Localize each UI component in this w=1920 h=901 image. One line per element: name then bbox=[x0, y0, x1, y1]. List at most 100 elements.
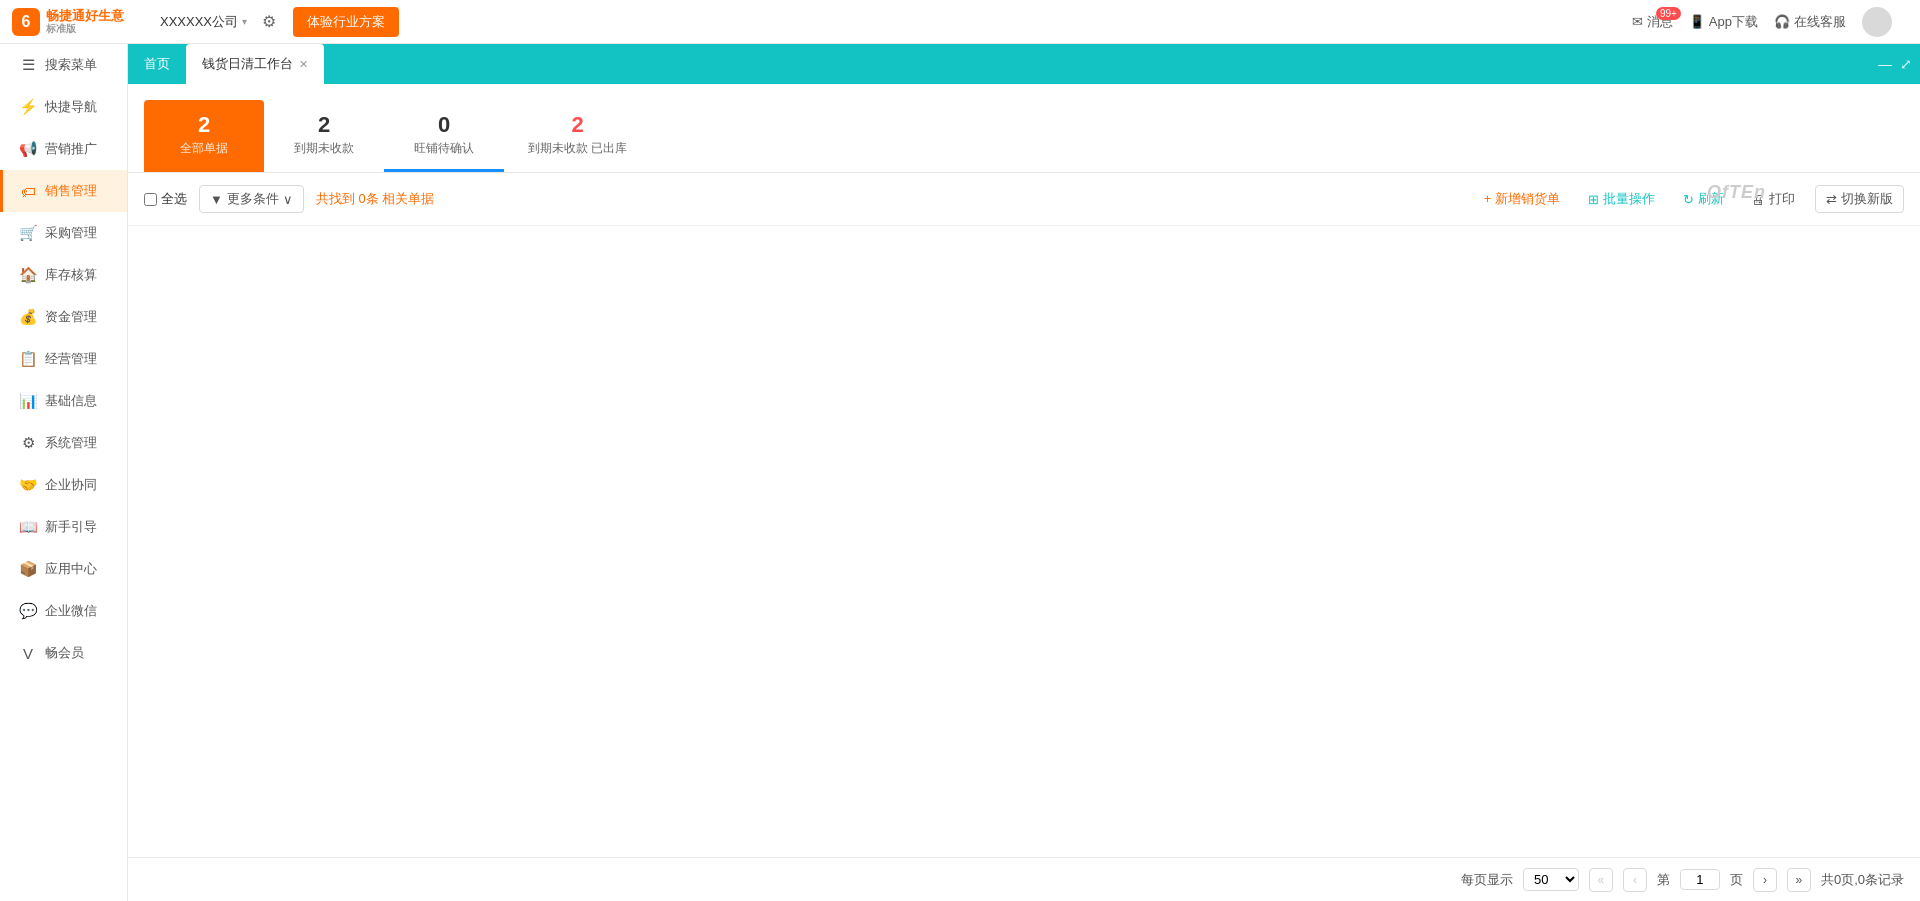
sidebar-item-wechat[interactable]: 💬 企业微信 bbox=[0, 590, 127, 632]
search-menu-icon: ☰ bbox=[19, 56, 37, 74]
sidebar-item-marketing[interactable]: 📢 营销推广 bbox=[0, 128, 127, 170]
messages-badge: 99+ bbox=[1656, 7, 1681, 20]
tab-home[interactable]: 首页 bbox=[128, 44, 186, 84]
tabs-window-controls: — ⤢ bbox=[1878, 56, 1920, 72]
system-icon: ⚙ bbox=[19, 434, 37, 452]
settings-icon[interactable]: ⚙ bbox=[255, 8, 283, 36]
switch-version-button[interactable]: ⇄ 切换新版 bbox=[1815, 185, 1904, 213]
stat-num-overdue-out: 2 bbox=[528, 112, 627, 138]
found-text: 共找到 0条 相关单据 bbox=[316, 190, 434, 208]
member-icon: V bbox=[19, 645, 37, 662]
finance-icon: 💰 bbox=[19, 308, 37, 326]
purchase-icon: 🛒 bbox=[19, 224, 37, 242]
toolbar: 全选 ▼ 更多条件 ∨ 共找到 0条 相关单据 + 新增销货单 ⊞ 批量操作 ↻… bbox=[128, 173, 1920, 226]
switch-icon: ⇄ bbox=[1826, 192, 1837, 207]
company-name: XXXXXX公司 bbox=[160, 13, 238, 31]
sidebar-item-basic-info[interactable]: 📊 基础信息 bbox=[0, 380, 127, 422]
tabs-nav: 首页 钱货日清工作台 ✕ — ⤢ bbox=[128, 44, 1920, 84]
stat-label-all: 全部单据 bbox=[168, 140, 240, 157]
logo-main: 畅捷通好生意 bbox=[46, 8, 124, 24]
batch-operation-button[interactable]: ⊞ 批量操作 bbox=[1580, 186, 1663, 212]
refresh-icon: ↻ bbox=[1683, 192, 1694, 207]
message-icon: ✉ bbox=[1632, 14, 1643, 29]
page-size-label: 每页显示 bbox=[1461, 871, 1513, 889]
next-page-button[interactable]: › bbox=[1753, 868, 1777, 892]
filter-button[interactable]: ▼ 更多条件 ∨ bbox=[199, 185, 304, 213]
messages-button[interactable]: ✉ 消息 99+ bbox=[1632, 13, 1673, 31]
table-area bbox=[128, 226, 1920, 726]
sales-icon: 🏷 bbox=[19, 183, 37, 200]
sidebar-item-purchase[interactable]: 🛒 采购管理 bbox=[0, 212, 127, 254]
select-all-checkbox[interactable]: 全选 bbox=[144, 190, 187, 208]
logo-sub: 标准版 bbox=[46, 23, 124, 35]
prev-page-button[interactable]: ‹ bbox=[1623, 868, 1647, 892]
sidebar-item-member[interactable]: V 畅会员 bbox=[0, 632, 127, 674]
tab-close-icon[interactable]: ✕ bbox=[299, 58, 308, 71]
logo-icon: 6 bbox=[12, 8, 40, 36]
first-page-button[interactable]: « bbox=[1589, 868, 1613, 892]
experience-button[interactable]: 体验行业方案 bbox=[293, 7, 399, 37]
app-download-label: App下载 bbox=[1709, 13, 1758, 31]
online-service-label: 在线客服 bbox=[1794, 13, 1846, 31]
often-watermark: OfTEn bbox=[1707, 182, 1766, 203]
top-bar: 6 畅捷通好生意 标准版 XXXXXX公司 ▾ ⚙ 体验行业方案 ✉ 消息 99… bbox=[0, 0, 1920, 44]
top-bar-right: ✉ 消息 99+ 📱 App下载 🎧 在线客服 bbox=[1632, 7, 1908, 37]
marketing-icon: 📢 bbox=[19, 140, 37, 158]
stat-num-pending: 0 bbox=[408, 112, 480, 138]
stat-label-overdue-out: 到期未收款 已出库 bbox=[528, 140, 627, 157]
tab-cashflow[interactable]: 钱货日清工作台 ✕ bbox=[186, 44, 324, 84]
sidebar-item-guide[interactable]: 📖 新手引导 bbox=[0, 506, 127, 548]
page-label: 页 bbox=[1730, 871, 1743, 889]
inventory-icon: 🏠 bbox=[19, 266, 37, 284]
sidebar-item-sales[interactable]: 🏷 销售管理 bbox=[0, 170, 127, 212]
last-page-button[interactable]: » bbox=[1787, 868, 1811, 892]
stat-card-all[interactable]: 2 全部单据 bbox=[144, 100, 264, 172]
guide-icon: 📖 bbox=[19, 518, 37, 536]
sidebar-item-finance[interactable]: 💰 资金管理 bbox=[0, 296, 127, 338]
logo-text: 畅捷通好生意 标准版 bbox=[46, 8, 124, 36]
basic-info-icon: 📊 bbox=[19, 392, 37, 410]
page-size-select[interactable]: 10 20 50 100 bbox=[1523, 868, 1579, 891]
operations-icon: 📋 bbox=[19, 350, 37, 368]
headset-icon: 🎧 bbox=[1774, 14, 1790, 29]
sidebar-item-quick-nav[interactable]: ⚡ 快捷导航 bbox=[0, 86, 127, 128]
sidebar-item-operations[interactable]: 📋 经营管理 bbox=[0, 338, 127, 380]
wechat-icon: 💬 bbox=[19, 602, 37, 620]
quick-nav-icon: ⚡ bbox=[19, 98, 37, 116]
online-service-button[interactable]: 🎧 在线客服 bbox=[1774, 13, 1846, 31]
filter-icon: ▼ bbox=[210, 192, 223, 207]
window-expand-icon[interactable]: ⤢ bbox=[1900, 56, 1912, 72]
stat-card-overdue-out[interactable]: 2 到期未收款 已出库 bbox=[504, 100, 651, 172]
page-input[interactable] bbox=[1680, 869, 1720, 890]
chevron-down-icon: ▾ bbox=[242, 16, 247, 27]
select-all-input[interactable] bbox=[144, 193, 157, 206]
app-center-icon: 📦 bbox=[19, 560, 37, 578]
chevron-icon: ∨ bbox=[283, 192, 293, 207]
page-body: 2 全部单据 2 到期未收款 0 旺铺待确认 2 到期未收款 已出库 全选 bbox=[128, 84, 1920, 901]
avatar[interactable] bbox=[1862, 7, 1892, 37]
stat-label-pending: 旺铺待确认 bbox=[408, 140, 480, 157]
stat-card-pending[interactable]: 0 旺铺待确认 bbox=[384, 100, 504, 172]
sidebar-item-inventory[interactable]: 🏠 库存核算 bbox=[0, 254, 127, 296]
pagination-summary: 共0页,0条记录 bbox=[1821, 871, 1904, 889]
stat-num-overdue: 2 bbox=[288, 112, 360, 138]
pagination-bar: 每页显示 10 20 50 100 « ‹ 第 页 › » 共0页,0条记录 bbox=[128, 857, 1920, 901]
company-selector[interactable]: XXXXXX公司 ▾ bbox=[160, 13, 247, 31]
enterprise-icon: 🤝 bbox=[19, 476, 37, 494]
stat-card-overdue[interactable]: 2 到期未收款 bbox=[264, 100, 384, 172]
app-download-button[interactable]: 📱 App下载 bbox=[1689, 13, 1758, 31]
sidebar-item-app-center[interactable]: 📦 应用中心 bbox=[0, 548, 127, 590]
page-word: 第 bbox=[1657, 871, 1670, 889]
stat-num-all: 2 bbox=[168, 112, 240, 138]
logo-area: 6 畅捷通好生意 标准版 bbox=[12, 8, 140, 36]
found-count: 0 bbox=[359, 191, 366, 206]
window-minimize-icon[interactable]: — bbox=[1878, 56, 1892, 72]
sidebar-item-search[interactable]: ☰ 搜索菜单 bbox=[0, 44, 127, 86]
stats-row: 2 全部单据 2 到期未收款 0 旺铺待确认 2 到期未收款 已出库 bbox=[128, 84, 1920, 173]
sidebar-item-system[interactable]: ⚙ 系统管理 bbox=[0, 422, 127, 464]
download-icon: 📱 bbox=[1689, 14, 1705, 29]
add-sale-button[interactable]: + 新增销货单 bbox=[1476, 186, 1568, 212]
main-content: 2 全部单据 2 到期未收款 0 旺铺待确认 2 到期未收款 已出库 全选 bbox=[128, 84, 1920, 901]
sidebar-item-enterprise[interactable]: 🤝 企业协同 bbox=[0, 464, 127, 506]
sidebar: ☰ 搜索菜单 ⚡ 快捷导航 📢 营销推广 🏷 销售管理 🛒 采购管理 🏠 库存核… bbox=[0, 44, 128, 901]
